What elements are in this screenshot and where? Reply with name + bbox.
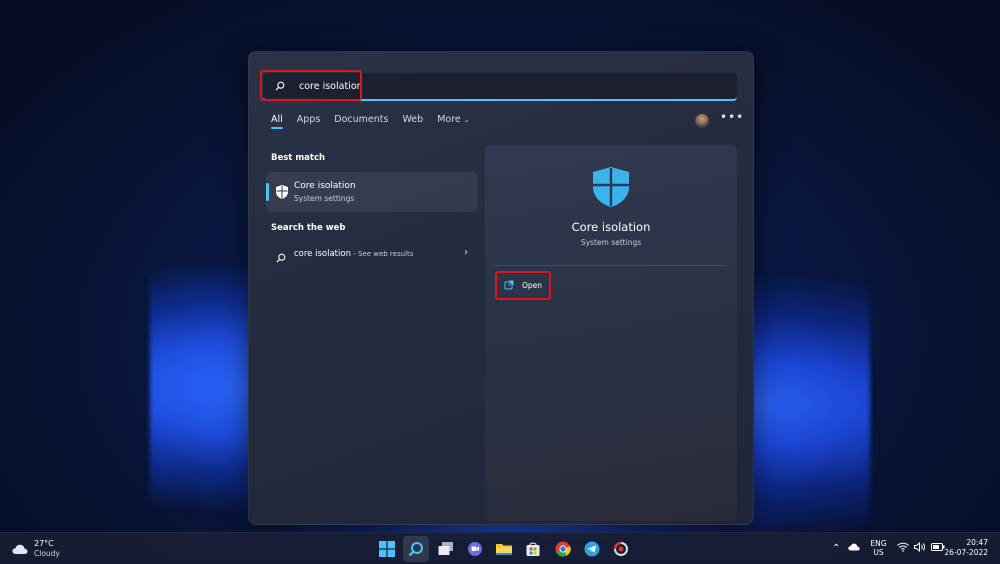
web-query: core isolation (294, 249, 351, 259)
avatar[interactable] (695, 114, 709, 128)
detail-title: Core isolation (571, 220, 651, 234)
wifi-icon[interactable] (896, 542, 909, 554)
tab-web[interactable]: Web (402, 114, 423, 129)
search-panel: All Apps Documents Web More⌄ ••• Best ma… (248, 51, 754, 525)
best-match-result[interactable]: Core isolation System settings (266, 172, 478, 212)
chrome-icon[interactable] (550, 536, 576, 562)
clock-time: 20:47 (966, 538, 988, 547)
tab-all[interactable]: All (271, 114, 283, 129)
web-suffix: - See web results (350, 250, 414, 258)
chevron-right-icon: › (464, 247, 468, 258)
task-view-icon[interactable] (433, 536, 459, 562)
chevron-down-icon: ⌄ (463, 116, 470, 124)
weather-widget[interactable]: 27°C Cloudy (12, 539, 60, 559)
clock[interactable]: 20:47 26-07-2022 (944, 538, 988, 558)
cloud-icon (12, 540, 28, 559)
filter-tabs: All Apps Documents Web More ⌄ (271, 114, 484, 129)
battery-icon[interactable] (930, 543, 945, 553)
search-icon (276, 248, 286, 267)
web-result-text: core isolation - See web results (294, 249, 413, 259)
lang-top: ENG (870, 539, 887, 548)
tab-more-label: More (437, 114, 461, 125)
telegram-icon[interactable] (579, 536, 605, 562)
taskbar: 27°C Cloudy ⌃ ENG US 20:47 26-07-2022 (0, 532, 1000, 564)
detail-pane: Core isolation System settings Open (485, 145, 737, 521)
open-highlight-box (495, 271, 551, 300)
teams-chat-icon[interactable] (462, 536, 488, 562)
file-explorer-icon[interactable] (491, 536, 517, 562)
screen-record-icon[interactable] (608, 536, 634, 562)
selection-indicator (266, 183, 269, 201)
volume-icon[interactable] (913, 541, 926, 554)
search-highlight-box (260, 70, 362, 101)
system-tray: ⌃ ENG US (832, 539, 945, 557)
detail-subtitle: System settings (580, 238, 642, 247)
weather-temp: 27°C (34, 539, 54, 548)
taskbar-apps (374, 536, 638, 562)
language-indicator[interactable]: ENG US (870, 539, 886, 557)
best-match-title: Core isolation (294, 181, 356, 191)
lang-bottom: US (873, 548, 884, 557)
store-icon[interactable] (520, 536, 546, 562)
windows-start-icon[interactable] (374, 536, 400, 562)
clock-date: 26-07-2022 (944, 548, 988, 557)
shield-icon (589, 165, 633, 213)
tab-apps[interactable]: Apps (297, 114, 321, 129)
search-taskbar-icon[interactable] (403, 536, 430, 562)
search-web-heading: Search the web (271, 223, 346, 233)
best-match-subtitle: System settings (294, 194, 355, 203)
tab-more[interactable]: More ⌄ (437, 114, 469, 129)
weather-condition: Cloudy (34, 549, 60, 558)
best-match-heading: Best match (271, 153, 326, 163)
more-options-icon[interactable]: ••• (720, 110, 744, 124)
web-result-item[interactable]: core isolation - See web results › (266, 242, 478, 266)
cloud-icon[interactable] (848, 543, 861, 553)
shield-icon (275, 184, 289, 204)
tab-documents[interactable]: Documents (334, 114, 388, 129)
divider (495, 265, 727, 266)
chevron-up-icon[interactable]: ⌃ (832, 543, 840, 554)
